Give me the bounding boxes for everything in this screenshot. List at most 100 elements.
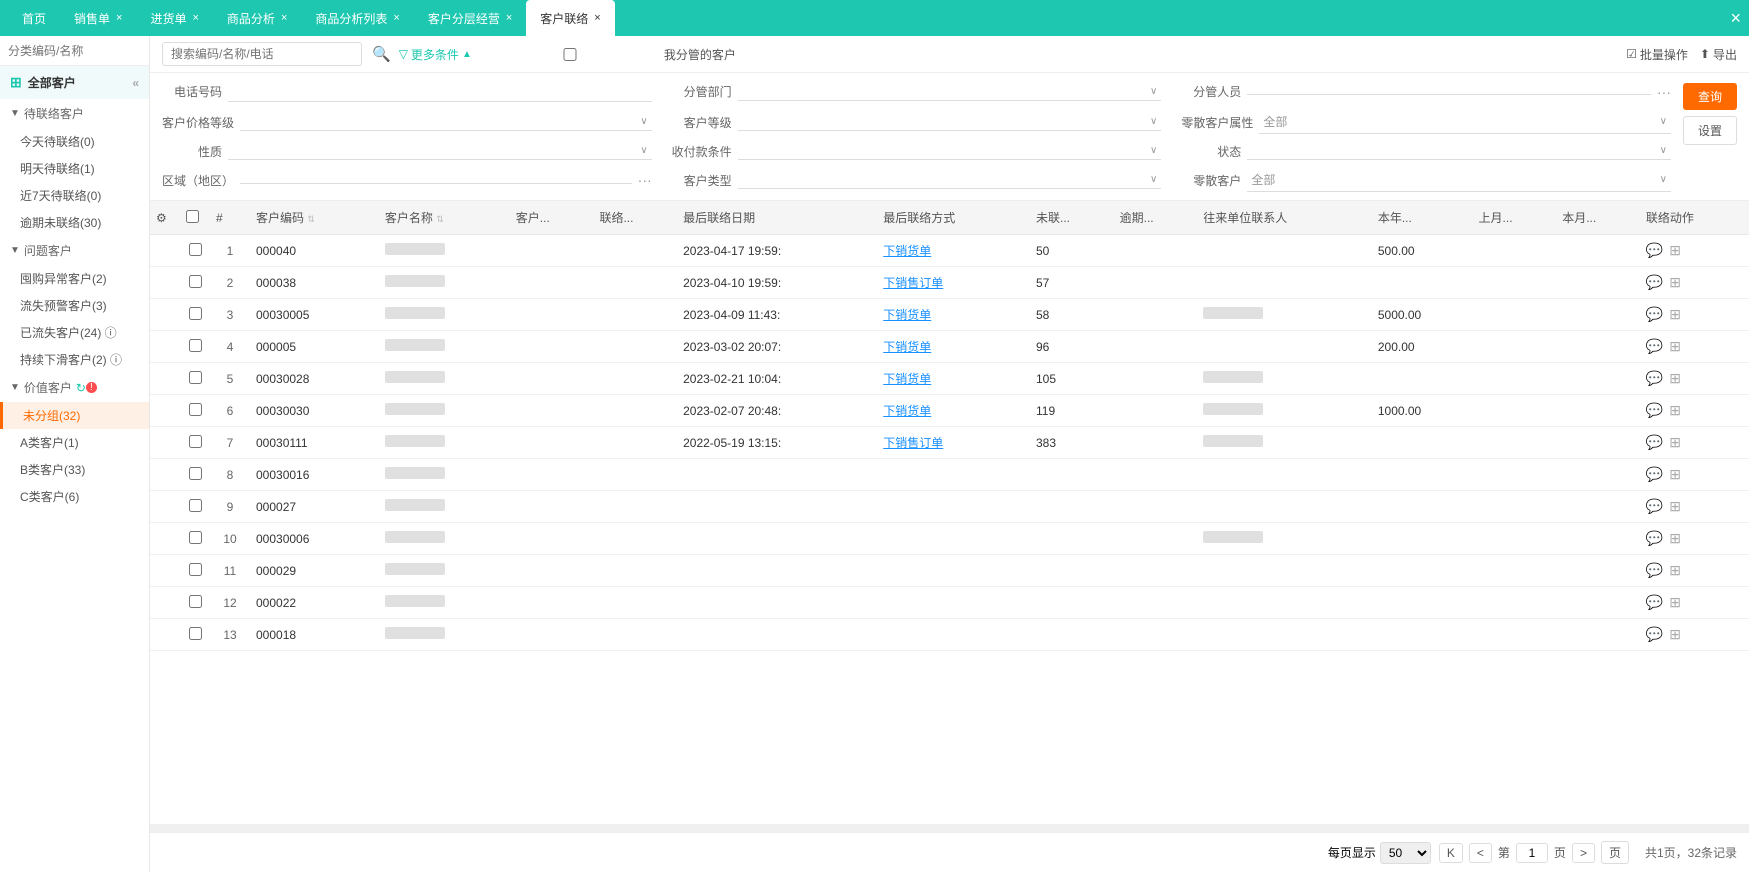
tab-customer-segment-close[interactable]: ×	[506, 12, 512, 24]
sidebar-item-tomorrow-pending[interactable]: 明天待联络(1)	[0, 155, 149, 182]
sidebar-group-problem[interactable]: ▼ 问题客户	[0, 236, 149, 265]
export-btn[interactable]: ⬆ 导出	[1700, 46, 1737, 63]
more-action-icon[interactable]: ⊞	[1669, 562, 1681, 579]
last-contact-method-link[interactable]: 下销货单	[883, 340, 931, 354]
tab-sales[interactable]: 销售单 ×	[60, 0, 136, 36]
tab-product-analysis[interactable]: 商品分析 ×	[213, 0, 301, 36]
contact-icon[interactable]: 💬	[1646, 498, 1663, 515]
tab-product-analysis-list-close[interactable]: ×	[393, 12, 399, 24]
more-action-icon[interactable]: ⊞	[1669, 594, 1681, 611]
row-checkbox[interactable]	[189, 403, 202, 416]
contact-icon[interactable]: 💬	[1646, 306, 1663, 323]
search-input[interactable]	[162, 42, 362, 66]
more-action-icon[interactable]: ⊞	[1669, 306, 1681, 323]
batch-action-btn[interactable]: ☑ 批量操作	[1626, 46, 1688, 63]
my-customers-checkbox-label[interactable]: 我分管的客户	[480, 46, 736, 63]
query-button[interactable]: 查询	[1683, 83, 1737, 110]
row-checkbox[interactable]	[189, 435, 202, 448]
contact-icon[interactable]: 💬	[1646, 626, 1663, 643]
col-this-year-header[interactable]: 本年...	[1372, 201, 1473, 235]
sidebar-item-declining[interactable]: 持续下滑客户(2) ⓘ	[0, 346, 149, 373]
prev-page-btn[interactable]: <	[1469, 843, 1492, 863]
contact-icon[interactable]: 💬	[1646, 274, 1663, 291]
filter-payment-select[interactable]: ∨	[738, 142, 1162, 160]
horizontal-scrollbar[interactable]	[150, 824, 1749, 832]
page-size-select[interactable]: 20 50 100	[1380, 842, 1431, 864]
more-action-icon[interactable]: ⊞	[1669, 274, 1681, 291]
refresh-value-icon[interactable]: ↻	[76, 381, 86, 395]
more-action-icon[interactable]: ⊞	[1669, 370, 1681, 387]
sidebar-item-7day-pending[interactable]: 近7天待联络(0)	[0, 182, 149, 209]
contact-icon[interactable]: 💬	[1646, 338, 1663, 355]
last-contact-method-link[interactable]: 下销货单	[883, 404, 931, 418]
contact-icon[interactable]: 💬	[1646, 530, 1663, 547]
settings-icon[interactable]: ⚙	[156, 211, 167, 225]
sidebar-item-churn-warning[interactable]: 流失预警客户(3)	[0, 292, 149, 319]
more-action-icon[interactable]: ⊞	[1669, 338, 1681, 355]
filter-retail-attr-select[interactable]: 全部 ∨	[1259, 110, 1671, 134]
row-checkbox[interactable]	[189, 307, 202, 320]
col-overdue-header[interactable]: 逾期...	[1114, 201, 1198, 235]
more-conditions-btn[interactable]: ▽ 更多条件 ▲	[399, 46, 472, 63]
sidebar-item-hoard-abnormal[interactable]: 囤购异常客户(2)	[0, 265, 149, 292]
sidebar-all-customers[interactable]: ⊞ 全部客户 «	[0, 66, 149, 99]
more-action-icon[interactable]: ⊞	[1669, 434, 1681, 451]
next-page-btn[interactable]: >	[1572, 843, 1595, 863]
last-contact-method-link[interactable]: 下销货单	[883, 308, 931, 322]
filter-person-more[interactable]: ···	[1657, 84, 1671, 100]
tab-customer-segment[interactable]: 客户分层经营 ×	[414, 0, 526, 36]
filter-region-select[interactable]	[240, 177, 632, 184]
sidebar-item-today-pending[interactable]: 今天待联络(0)	[0, 128, 149, 155]
filter-dept-select[interactable]: ∨	[738, 83, 1162, 101]
page-number-input[interactable]	[1516, 843, 1548, 863]
last-contact-method-link[interactable]: 下销货单	[883, 372, 931, 386]
filter-status-select[interactable]: ∨	[1247, 142, 1671, 160]
contact-icon[interactable]: 💬	[1646, 562, 1663, 579]
row-checkbox[interactable]	[189, 595, 202, 608]
col-code-header[interactable]: 客户编码 ⇅	[250, 201, 379, 235]
sidebar-item-class-c[interactable]: C类客户(6)	[0, 483, 149, 510]
reset-button[interactable]: 设置	[1683, 116, 1737, 145]
row-checkbox[interactable]	[189, 531, 202, 544]
toolbar-search-icon[interactable]: 🔍	[372, 45, 391, 63]
col-contact-header[interactable]: 联络...	[593, 201, 677, 235]
first-page-btn[interactable]: K	[1439, 843, 1463, 863]
more-action-icon[interactable]: ⊞	[1669, 626, 1681, 643]
col-name-header[interactable]: 客户名称 ⇅	[379, 201, 510, 235]
last-page-btn[interactable]: 页	[1601, 841, 1629, 864]
more-action-icon[interactable]: ⊞	[1669, 402, 1681, 419]
col-last-month-header[interactable]: 上月...	[1473, 201, 1557, 235]
more-action-icon[interactable]: ⊞	[1669, 530, 1681, 547]
sidebar-item-overdue-pending[interactable]: 逾期未联络(30)	[0, 209, 149, 236]
close-all-tabs[interactable]: ×	[1730, 8, 1741, 29]
row-checkbox[interactable]	[189, 243, 202, 256]
filter-person-select[interactable]	[1247, 88, 1651, 95]
tab-purchase-close[interactable]: ×	[192, 12, 198, 24]
sidebar-group-value[interactable]: ▼ 价值客户 ↻ !	[0, 373, 149, 402]
contact-icon[interactable]: 💬	[1646, 242, 1663, 259]
sidebar-item-class-b[interactable]: B类客户(33)	[0, 456, 149, 483]
last-contact-method-link[interactable]: 下销售订单	[883, 436, 943, 450]
filter-retail-customer-select[interactable]: 全部 ∨	[1247, 168, 1671, 192]
col-uncontacted-header[interactable]: 未联...	[1030, 201, 1114, 235]
filter-phone-input[interactable]	[228, 81, 652, 102]
filter-customer-level-select[interactable]: ∨	[738, 113, 1162, 131]
col-this-month-header[interactable]: 本月...	[1556, 201, 1640, 235]
row-checkbox[interactable]	[189, 275, 202, 288]
tab-home[interactable]: 首页	[8, 0, 60, 36]
sidebar-group-pending[interactable]: ▼ 待联络客户	[0, 99, 149, 128]
row-checkbox[interactable]	[189, 563, 202, 576]
contact-icon[interactable]: 💬	[1646, 466, 1663, 483]
sidebar-collapse-icon[interactable]: «	[132, 76, 139, 90]
row-checkbox[interactable]	[189, 371, 202, 384]
contact-icon[interactable]: 💬	[1646, 370, 1663, 387]
col-company-contacts-header[interactable]: 往来单位联系人	[1197, 201, 1372, 235]
last-contact-method-link[interactable]: 下销货单	[883, 244, 931, 258]
filter-nature-select[interactable]: ∨	[228, 142, 652, 160]
tab-sales-close[interactable]: ×	[116, 12, 122, 24]
filter-customer-type-select[interactable]: ∨	[738, 171, 1162, 189]
last-contact-method-link[interactable]: 下销售订单	[883, 276, 943, 290]
contact-icon[interactable]: 💬	[1646, 594, 1663, 611]
col-last-contact-date-header[interactable]: 最后联络日期	[677, 201, 877, 235]
row-checkbox[interactable]	[189, 627, 202, 640]
